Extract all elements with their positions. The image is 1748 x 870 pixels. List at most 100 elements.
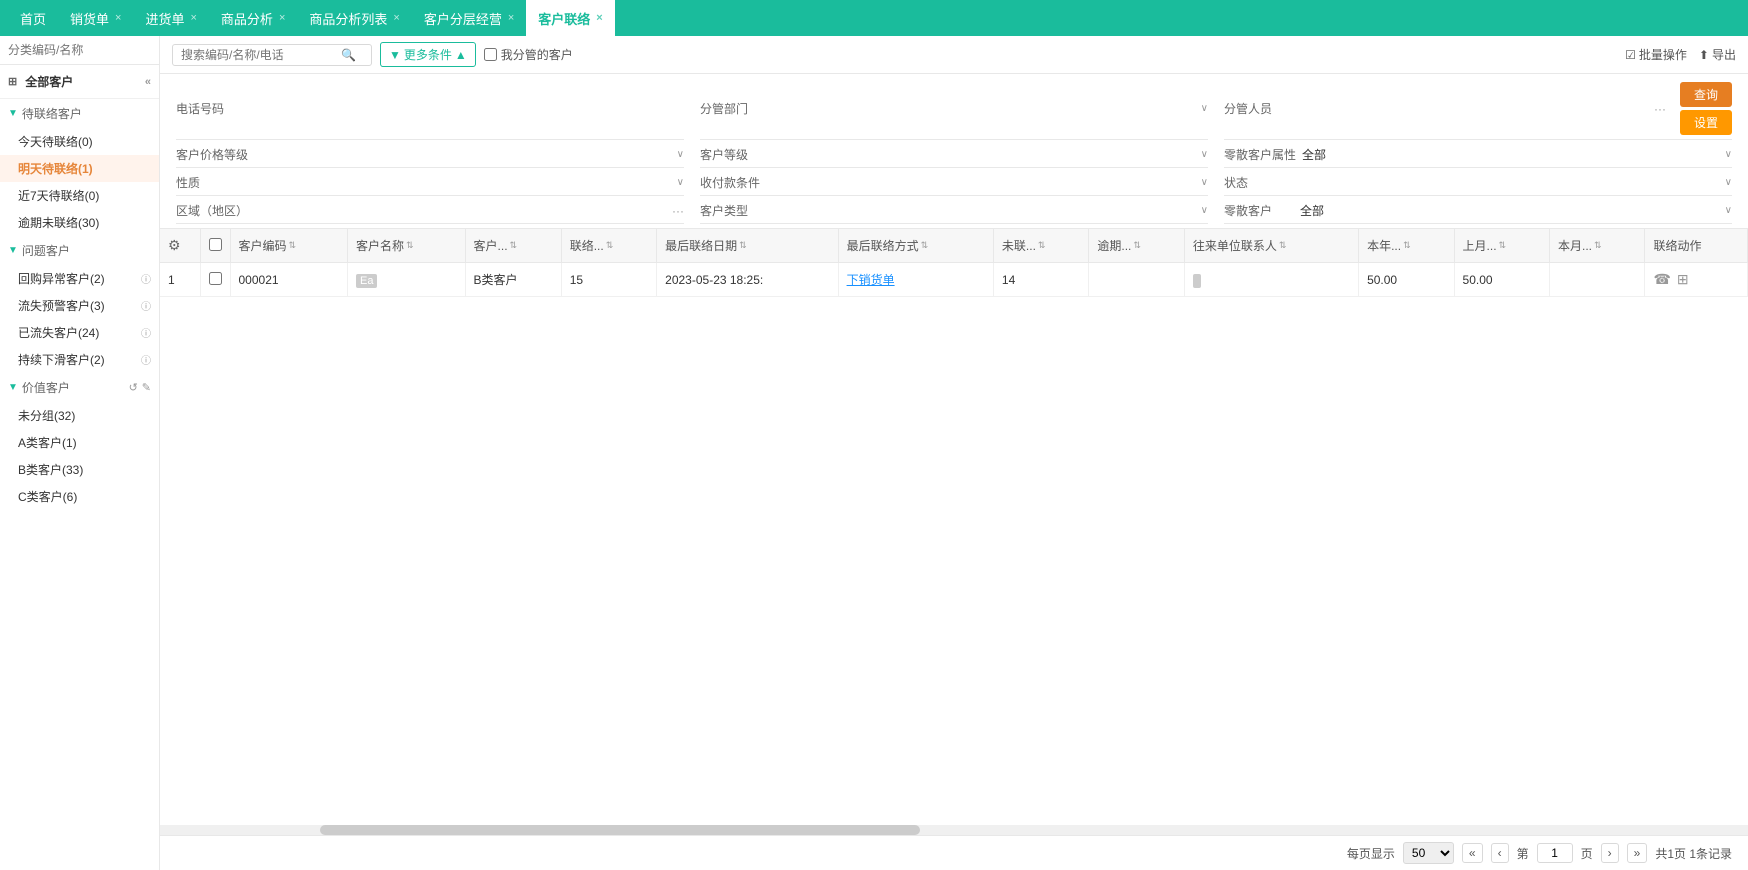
sidebar-all-customers[interactable]: ⊞ 全部客户 «	[0, 65, 159, 99]
per-page-select[interactable]: 50 100 200	[1403, 842, 1454, 864]
action-phone-icon[interactable]: ☎	[1653, 271, 1670, 288]
sidebar-group-problem[interactable]: ▼ 问题客户	[0, 236, 159, 265]
sidebar-item-tomorrow[interactable]: 明天待联络(1)	[0, 155, 159, 182]
col-contact[interactable]: 联络... ⇅	[561, 229, 656, 263]
page-input[interactable]	[1537, 843, 1573, 863]
nav-home[interactable]: 首页	[8, 0, 58, 36]
refresh-icon[interactable]: ↺	[129, 381, 138, 394]
customer-level-select[interactable]: ∨	[776, 149, 1208, 160]
retail-customer-select[interactable]: 全部 ∨	[1300, 202, 1732, 219]
person-dots-icon[interactable]: ···	[1654, 102, 1666, 116]
col-type[interactable]: 客户... ⇅	[465, 229, 561, 263]
sort-this-year-icon[interactable]: ⇅	[1403, 240, 1411, 251]
sidebar-item-churned[interactable]: 已流失客户(24) ⓘ	[0, 319, 159, 346]
batch-op-button[interactable]: ☑ 批量操作	[1625, 46, 1687, 63]
col-not-contacted[interactable]: 未联... ⇅	[993, 229, 1088, 263]
sidebar-item-declining[interactable]: 持续下滑客户(2) ⓘ	[0, 346, 159, 373]
col-unit-contact[interactable]: 往来单位联系人 ⇅	[1184, 229, 1358, 263]
col-this-month[interactable]: 本月... ⇅	[1549, 229, 1644, 263]
first-page-button[interactable]: «	[1462, 843, 1483, 863]
sort-last-month-icon[interactable]: ⇅	[1499, 240, 1507, 251]
sidebar-item-week7[interactable]: 近7天待联络(0)	[0, 182, 159, 209]
my-customers-check[interactable]	[484, 48, 497, 61]
column-settings-icon[interactable]: ⚙	[168, 237, 181, 253]
sidebar-group-pending[interactable]: ▼ 待联络客户	[0, 99, 159, 128]
dept-select[interactable]: ∨	[776, 103, 1208, 114]
search-input[interactable]	[181, 48, 341, 62]
edit-icon[interactable]: ✎	[142, 381, 151, 394]
sidebar-item-b-class[interactable]: B类客户(33)	[0, 456, 159, 483]
col-last-date[interactable]: 最后联络日期 ⇅	[657, 229, 838, 263]
last-method-link[interactable]: 下销货单	[847, 273, 895, 287]
sidebar-item-lost[interactable]: 流失预警客户(3) ⓘ	[0, 292, 159, 319]
status-select[interactable]: ∨	[1300, 177, 1732, 188]
payment-select[interactable]: ∨	[776, 177, 1208, 188]
area-dots-icon[interactable]: ···	[672, 204, 684, 218]
sort-type-icon[interactable]: ⇅	[510, 240, 518, 251]
customer-type-select[interactable]: ∨	[776, 205, 1208, 216]
checkbox-icon: ☑	[1625, 48, 1636, 62]
row-checkbox[interactable]	[209, 272, 222, 285]
horizontal-scrollbar[interactable]	[160, 825, 1748, 835]
nav-analysis[interactable]: 商品分析 ×	[209, 0, 297, 36]
close-sales-icon[interactable]: ×	[115, 12, 121, 24]
col-action: 联络动作	[1645, 229, 1748, 263]
action-grid-icon[interactable]: ⊞	[1677, 271, 1689, 288]
sort-contact-icon[interactable]: ⇅	[606, 240, 614, 251]
close-purchase-icon[interactable]: ×	[190, 12, 196, 24]
sidebar-item-ungrouped[interactable]: 未分组(32)	[0, 402, 159, 429]
sidebar-collapse-icon[interactable]: «	[145, 76, 151, 88]
filter-phone: 电话号码	[176, 82, 684, 140]
grid-icon: ⊞	[8, 75, 17, 88]
close-analysis-icon[interactable]: ×	[279, 12, 285, 24]
phone-input[interactable]	[252, 102, 684, 116]
col-last-month[interactable]: 上月... ⇅	[1454, 229, 1549, 263]
nav-customer-segment[interactable]: 客户分层经营 ×	[412, 0, 526, 36]
sidebar-item-repurchase[interactable]: 回购异常客户(2) ⓘ	[0, 265, 159, 292]
customer-name-masked: Ea	[356, 274, 377, 288]
reset-button[interactable]: 设置	[1680, 110, 1732, 135]
col-code[interactable]: 客户编码 ⇅	[230, 229, 348, 263]
next-page-button[interactable]: ›	[1601, 843, 1619, 863]
scrollbar-thumb[interactable]	[320, 825, 920, 835]
last-page-button[interactable]: »	[1627, 843, 1648, 863]
retail-attr-select[interactable]: 全部 ∨	[1302, 146, 1732, 163]
content-area: 🔍 ▼ 更多条件 ▲ 我分管的客户 ☑ 批量操作 ⬆ 导出	[160, 36, 1748, 870]
my-customers-checkbox[interactable]: 我分管的客户	[484, 46, 573, 63]
sidebar-item-today[interactable]: 今天待联络(0)	[0, 128, 159, 155]
select-all-checkbox[interactable]	[209, 238, 222, 251]
price-level-select[interactable]: ∨	[254, 149, 684, 160]
nav-purchase[interactable]: 进货单 ×	[133, 0, 208, 36]
sort-unit-contact-icon[interactable]: ⇅	[1279, 240, 1287, 251]
sort-this-month-icon[interactable]: ⇅	[1594, 240, 1602, 251]
sort-not-contacted-icon[interactable]: ⇅	[1038, 240, 1046, 251]
sidebar-item-a-class[interactable]: A类客户(1)	[0, 429, 159, 456]
close-segment-icon[interactable]: ×	[508, 12, 514, 24]
nature-select[interactable]: ∨	[252, 177, 684, 188]
sort-method-icon[interactable]: ⇅	[921, 240, 929, 251]
query-button[interactable]: 查询	[1680, 82, 1732, 107]
sort-code-icon[interactable]: ⇅	[289, 240, 297, 251]
nav-sales[interactable]: 销货单 ×	[58, 0, 133, 36]
prev-page-button[interactable]: ‹	[1491, 843, 1509, 863]
sidebar-search-input[interactable]	[8, 43, 160, 57]
nav-analysis-list[interactable]: 商品分析列表 ×	[297, 0, 411, 36]
sidebar-item-c-class[interactable]: C类客户(6)	[0, 483, 159, 510]
sidebar-group-value[interactable]: ▼ 价值客户 ↺ ✎	[0, 373, 159, 402]
close-analysis-list-icon[interactable]: ×	[393, 12, 399, 24]
search-icon[interactable]: 🔍	[341, 48, 356, 62]
filter-payment: 收付款条件 ∨	[700, 174, 1208, 196]
sort-last-date-icon[interactable]: ⇅	[739, 240, 747, 251]
nav-customer-contact[interactable]: 客户联络 ×	[526, 0, 614, 36]
col-name[interactable]: 客户名称 ⇅	[348, 229, 466, 263]
sort-name-icon[interactable]: ⇅	[406, 240, 414, 251]
more-filter-button[interactable]: ▼ 更多条件 ▲	[380, 42, 476, 67]
col-last-method[interactable]: 最后联络方式 ⇅	[838, 229, 993, 263]
sort-overdue-icon[interactable]: ⇅	[1133, 240, 1141, 251]
col-this-year[interactable]: 本年... ⇅	[1359, 229, 1454, 263]
close-contact-icon[interactable]: ×	[596, 12, 602, 24]
export-button[interactable]: ⬆ 导出	[1699, 46, 1736, 63]
sidebar-item-overdue[interactable]: 逾期未联络(30)	[0, 209, 159, 236]
filter-icon: ▼	[389, 48, 401, 62]
col-overdue[interactable]: 逾期... ⇅	[1089, 229, 1184, 263]
